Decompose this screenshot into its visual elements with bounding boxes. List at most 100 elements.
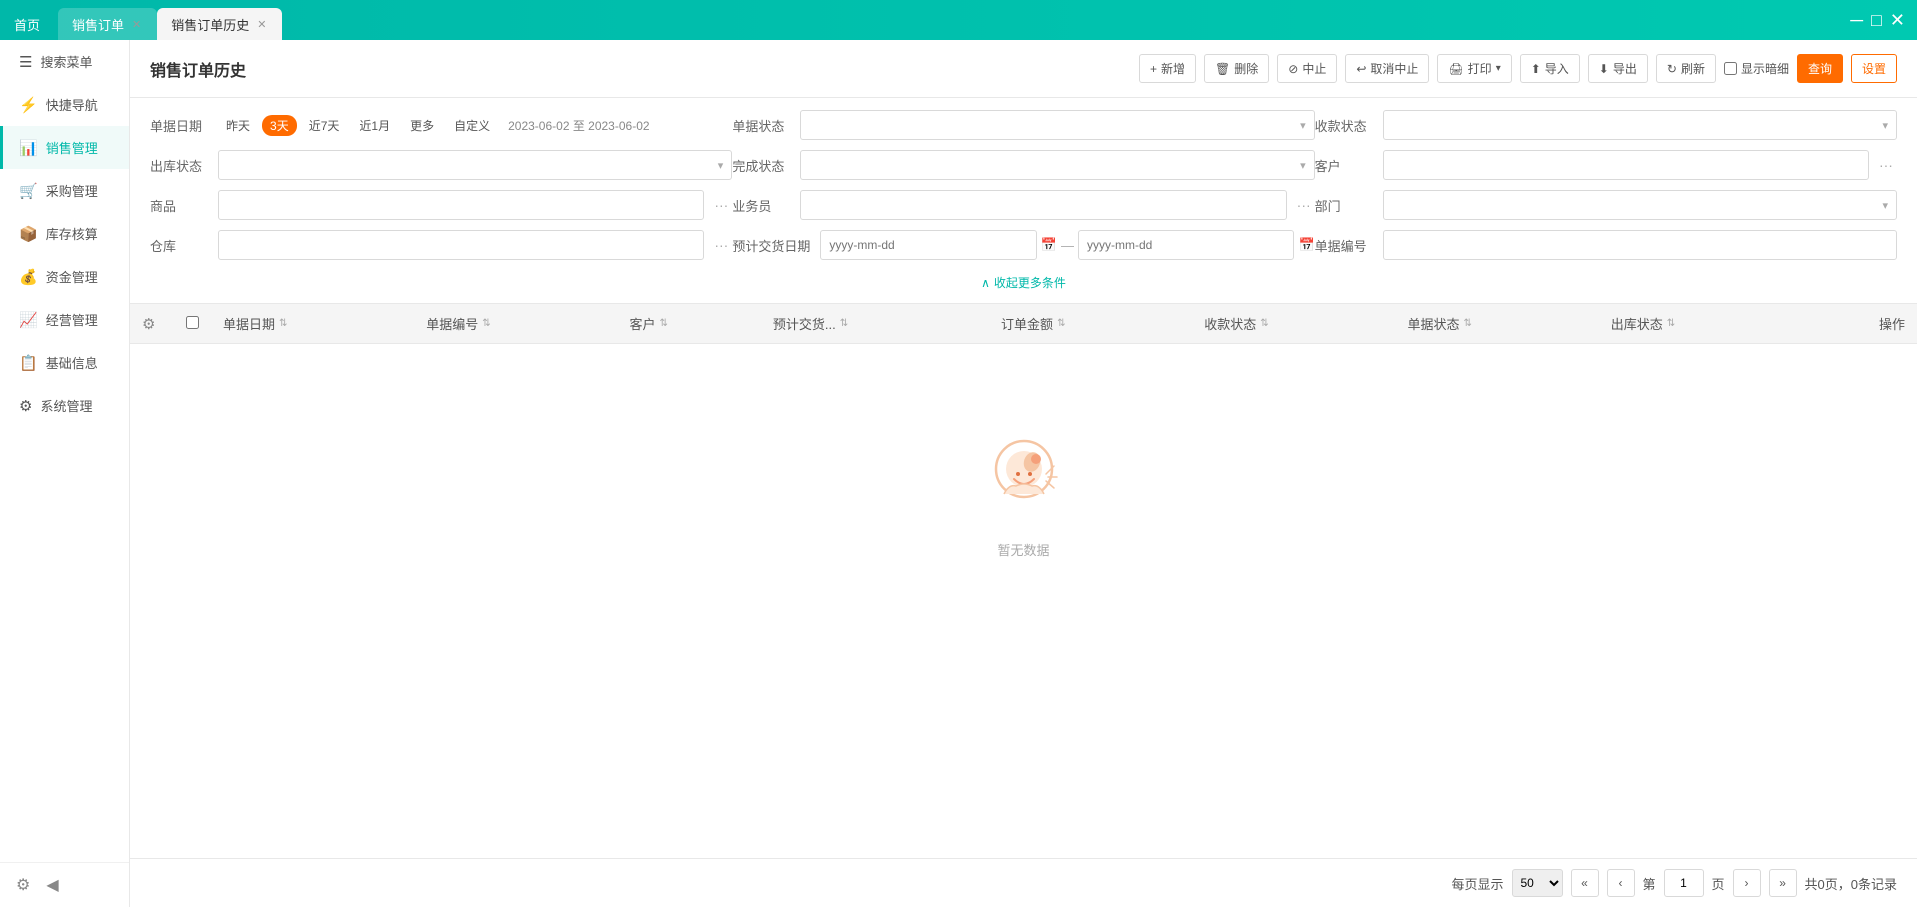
print-button[interactable]: 🖨 打印 ▾ <box>1437 54 1511 83</box>
cancel-stop-button[interactable]: ↩ 取消中止 <box>1345 54 1429 83</box>
sidebar-item-inventory[interactable]: 📦 库存核算 <box>0 212 129 255</box>
new-label: 新增 <box>1161 60 1185 77</box>
display-columns-input[interactable] <box>1724 62 1737 75</box>
date-tab-1month[interactable]: 近1月 <box>351 115 398 136</box>
stop-icon: ⊘ <box>1288 62 1298 76</box>
completion-label: 完成状态 <box>732 156 792 175</box>
per-page-select[interactable]: 50 10 20 100 <box>1512 869 1563 897</box>
refresh-button[interactable]: ↻ 刷新 <box>1656 54 1716 83</box>
completion-select[interactable]: ▾ <box>800 150 1314 180</box>
sidebar-collapse-icon[interactable]: ◀ <box>46 875 58 895</box>
tab-sales-order[interactable]: 销售订单 ✕ <box>58 8 157 40</box>
tab-home-label: 首页 <box>14 15 40 34</box>
th-amount: 订单金额 ⇅ <box>989 304 1192 344</box>
display-columns-checkbox[interactable]: 显示暗细 <box>1724 60 1789 77</box>
delivery-date-end-icon[interactable]: 📅 <box>1298 237 1314 253</box>
bill-status-select[interactable]: ▾ <box>800 110 1314 140</box>
refresh-label: 刷新 <box>1681 60 1705 77</box>
next-page-button[interactable]: › <box>1733 869 1761 897</box>
delivery-date-wrap: 📅 — 📅 <box>820 230 1314 260</box>
sidebar-item-purchase-label: 采购管理 <box>46 181 98 200</box>
print-arrow-icon: ▾ <box>1496 63 1501 74</box>
department-select[interactable]: ▾ <box>1383 190 1897 220</box>
tab-bar: 首页 销售订单 ✕ 销售订单历史 ✕ <box>0 0 1850 40</box>
sidebar-settings-icon[interactable]: ⚙ <box>16 875 30 895</box>
settings-button[interactable]: 设置 <box>1851 54 1897 83</box>
th-delivery-sort[interactable]: ⇅ <box>840 318 848 329</box>
base-info-icon: 📋 <box>19 354 38 372</box>
toolbar: + 新增 🗑 删除 ⊘ 中止 ↩ 取消中止 <box>1139 54 1897 83</box>
product-dots[interactable]: ··· <box>710 197 732 213</box>
sales-dots[interactable]: ··· <box>1293 197 1315 213</box>
prev-page-button[interactable]: ‹ <box>1607 869 1635 897</box>
warehouse-control: ··· <box>218 230 732 260</box>
page-number-input[interactable] <box>1664 869 1704 897</box>
filter-area: 单据日期 昨天 3天 近7天 近1月 更多 自定义 2023-06-02 至 2… <box>130 98 1917 304</box>
delivery-date-start-icon[interactable]: 📅 <box>1041 237 1057 253</box>
date-tabs: 昨天 3天 近7天 近1月 更多 自定义 <box>218 115 498 136</box>
collapse-bar[interactable]: ∧ 收起更多条件 <box>150 270 1897 291</box>
outbound-label: 出库状态 <box>150 156 210 175</box>
delete-icon: 🗑 <box>1215 62 1230 76</box>
window-max-icon[interactable]: □ <box>1871 10 1882 31</box>
query-button[interactable]: 查询 <box>1797 54 1843 83</box>
th-bill-sort[interactable]: ⇅ <box>1464 318 1472 329</box>
outbound-select[interactable]: ▾ <box>218 150 732 180</box>
filter-completion: 完成状态 ▾ <box>732 150 1314 180</box>
table-container: ⚙ 单据日期 ⇅ 单据编号 <box>130 304 1917 858</box>
sidebar-item-system[interactable]: ⚙ 系统管理 <box>0 384 129 427</box>
first-page-button[interactable]: « <box>1571 869 1599 897</box>
settings-columns-icon[interactable]: ⚙ <box>142 316 155 333</box>
sidebar-item-finance[interactable]: 💰 资金管理 <box>0 255 129 298</box>
sidebar-item-base-info[interactable]: 📋 基础信息 <box>0 341 129 384</box>
date-tab-3days[interactable]: 3天 <box>262 115 297 136</box>
stop-button[interactable]: ⊘ 中止 <box>1277 54 1337 83</box>
th-receipt-sort[interactable]: ⇅ <box>1260 318 1268 329</box>
export-button[interactable]: ⬇ 导出 <box>1588 54 1648 83</box>
th-date-sort[interactable]: ⇅ <box>279 318 287 329</box>
date-tab-7days[interactable]: 近7天 <box>301 115 348 136</box>
product-input[interactable] <box>218 190 704 220</box>
sidebar-item-operation-label: 经营管理 <box>46 310 98 329</box>
date-tab-custom[interactable]: 自定义 <box>446 115 498 136</box>
warehouse-input[interactable] <box>218 230 704 260</box>
export-label: 导出 <box>1613 60 1637 77</box>
date-tab-more[interactable]: 更多 <box>402 115 442 136</box>
sidebar-item-operation[interactable]: 📈 经营管理 <box>0 298 129 341</box>
total-text: 共0页，0条记录 <box>1805 874 1897 893</box>
tab-sales-history[interactable]: 销售订单历史 ✕ <box>157 8 282 40</box>
th-action: 操作 <box>1802 304 1917 344</box>
tab-sales-history-close[interactable]: ✕ <box>255 18 268 31</box>
filter-department: 部门 ▾ <box>1315 190 1897 220</box>
new-button[interactable]: + 新增 <box>1139 54 1196 83</box>
sidebar-item-purchase[interactable]: 🛒 采购管理 <box>0 169 129 212</box>
import-button[interactable]: ⬆ 导入 <box>1520 54 1580 83</box>
order-number-input[interactable] <box>1383 230 1897 260</box>
select-all-checkbox[interactable] <box>186 316 199 329</box>
tab-sales-order-close[interactable]: ✕ <box>130 18 143 31</box>
sidebar-item-sales[interactable]: 📊 销售管理 <box>0 126 129 169</box>
window-min-icon[interactable]: ─ <box>1850 10 1863 31</box>
sidebar-item-search[interactable]: ☰ 搜索菜单 <box>0 40 129 83</box>
th-customer-sort[interactable]: ⇅ <box>659 318 667 329</box>
th-number-sort[interactable]: ⇅ <box>482 318 490 329</box>
th-delivery: 预计交货... ⇅ <box>761 304 989 344</box>
warehouse-dots[interactable]: ··· <box>710 237 732 253</box>
sales-input[interactable] <box>800 190 1286 220</box>
filter-delivery-date: 预计交货日期 📅 — 📅 <box>732 230 1314 260</box>
window-close-icon[interactable]: ✕ <box>1890 10 1905 31</box>
delete-button[interactable]: 🗑 删除 <box>1204 54 1269 83</box>
delivery-date-start[interactable] <box>820 230 1036 260</box>
date-tab-yesterday[interactable]: 昨天 <box>218 115 258 136</box>
th-outbound-sort[interactable]: ⇅ <box>1667 318 1675 329</box>
customer-dots[interactable]: ··· <box>1875 157 1897 173</box>
tab-home[interactable]: 首页 <box>0 8 54 40</box>
delivery-date-end[interactable] <box>1078 230 1294 260</box>
finance-icon: 💰 <box>19 268 38 286</box>
customer-input[interactable] <box>1383 150 1869 180</box>
receipt-status-select[interactable]: ▾ <box>1383 110 1897 140</box>
th-amount-sort[interactable]: ⇅ <box>1057 318 1065 329</box>
bill-status-label: 单据状态 <box>732 116 792 135</box>
last-page-button[interactable]: » <box>1769 869 1797 897</box>
sidebar-item-quick-nav[interactable]: ⚡ 快捷导航 <box>0 83 129 126</box>
